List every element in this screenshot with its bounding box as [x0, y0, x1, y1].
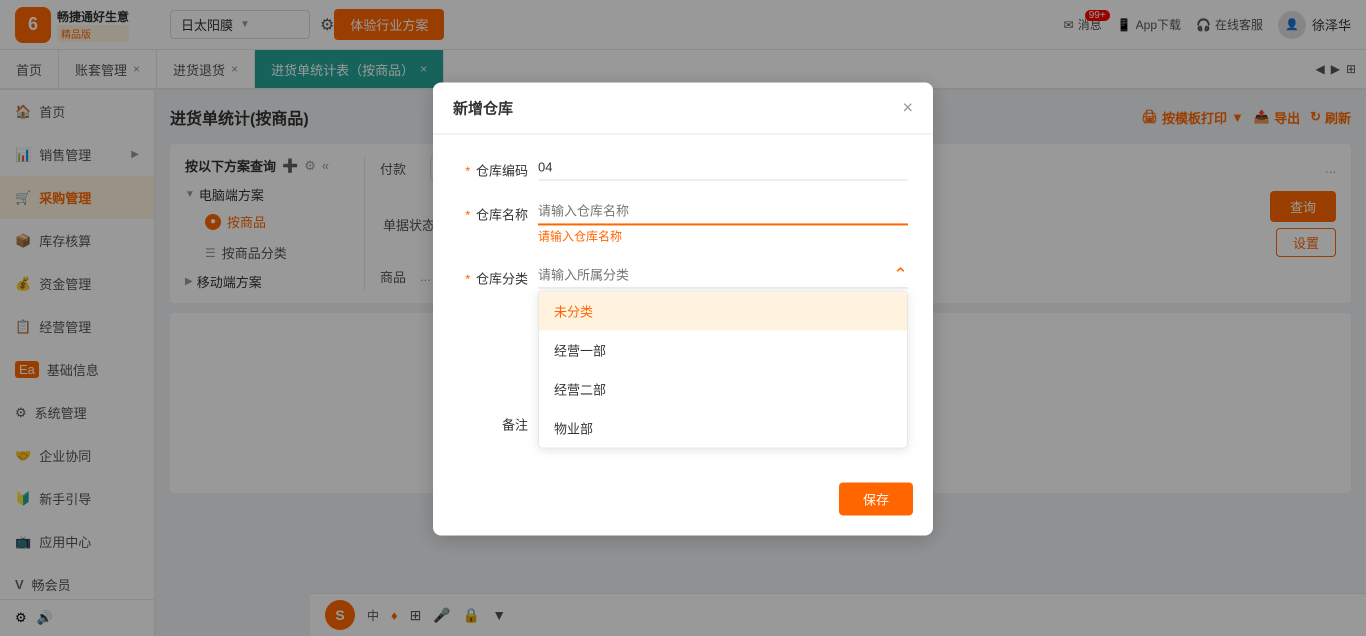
modal-body: * 仓库编码 * 仓库名称 请输入仓库名称 * 仓库分类	[433, 134, 933, 472]
category-toggle-icon[interactable]: ⌃	[893, 264, 908, 285]
modal-title: 新增仓库	[453, 97, 513, 118]
required-star: *	[465, 163, 470, 178]
dropdown-item-3[interactable]: 物业部	[539, 408, 907, 447]
required-star-3: *	[465, 271, 470, 286]
code-label: * 仓库编码	[458, 154, 538, 179]
warehouse-category-input[interactable]	[538, 262, 893, 287]
required-star-2: *	[465, 207, 470, 222]
dropdown-item-1[interactable]: 经营一部	[539, 330, 907, 369]
name-input-wrap: 请输入仓库名称	[538, 198, 908, 244]
category-dropdown: 未分类 经营一部 经营二部 物业部	[538, 290, 908, 448]
modal-dialog: 新增仓库 × * 仓库编码 * 仓库名称 请输入仓库名称	[433, 82, 933, 535]
form-row-category: * 仓库分类 ⌃ 未分类 经营一部 经营二部 物业部	[458, 262, 908, 288]
category-input-row: ⌃	[538, 262, 908, 288]
form-row-name: * 仓库名称 请输入仓库名称	[458, 198, 908, 244]
form-row-code: * 仓库编码	[458, 154, 908, 180]
category-input-wrap: ⌃ 未分类 经营一部 经营二部 物业部	[538, 262, 908, 288]
name-error-msg: 请输入仓库名称	[538, 227, 908, 244]
warehouse-category-label-text: 仓库分类	[476, 271, 528, 286]
modal-footer: 保存	[433, 472, 933, 535]
save-button[interactable]: 保存	[839, 482, 913, 515]
warehouse-code-input[interactable]	[538, 154, 908, 180]
warehouse-code-label-text: 仓库编码	[476, 163, 528, 178]
name-label: * 仓库名称	[458, 198, 538, 223]
notes-label-text: 备注	[502, 417, 528, 432]
modal-close-btn[interactable]: ×	[902, 97, 913, 118]
notes-label: 备注	[458, 408, 538, 433]
warehouse-name-input[interactable]	[538, 198, 908, 225]
dropdown-item-2[interactable]: 经营二部	[539, 369, 907, 408]
dropdown-item-0[interactable]: 未分类	[539, 291, 907, 330]
modal-header: 新增仓库 ×	[433, 82, 933, 134]
code-input-wrap	[538, 154, 908, 180]
category-label: * 仓库分类	[458, 262, 538, 287]
warehouse-name-label-text: 仓库名称	[476, 207, 528, 222]
